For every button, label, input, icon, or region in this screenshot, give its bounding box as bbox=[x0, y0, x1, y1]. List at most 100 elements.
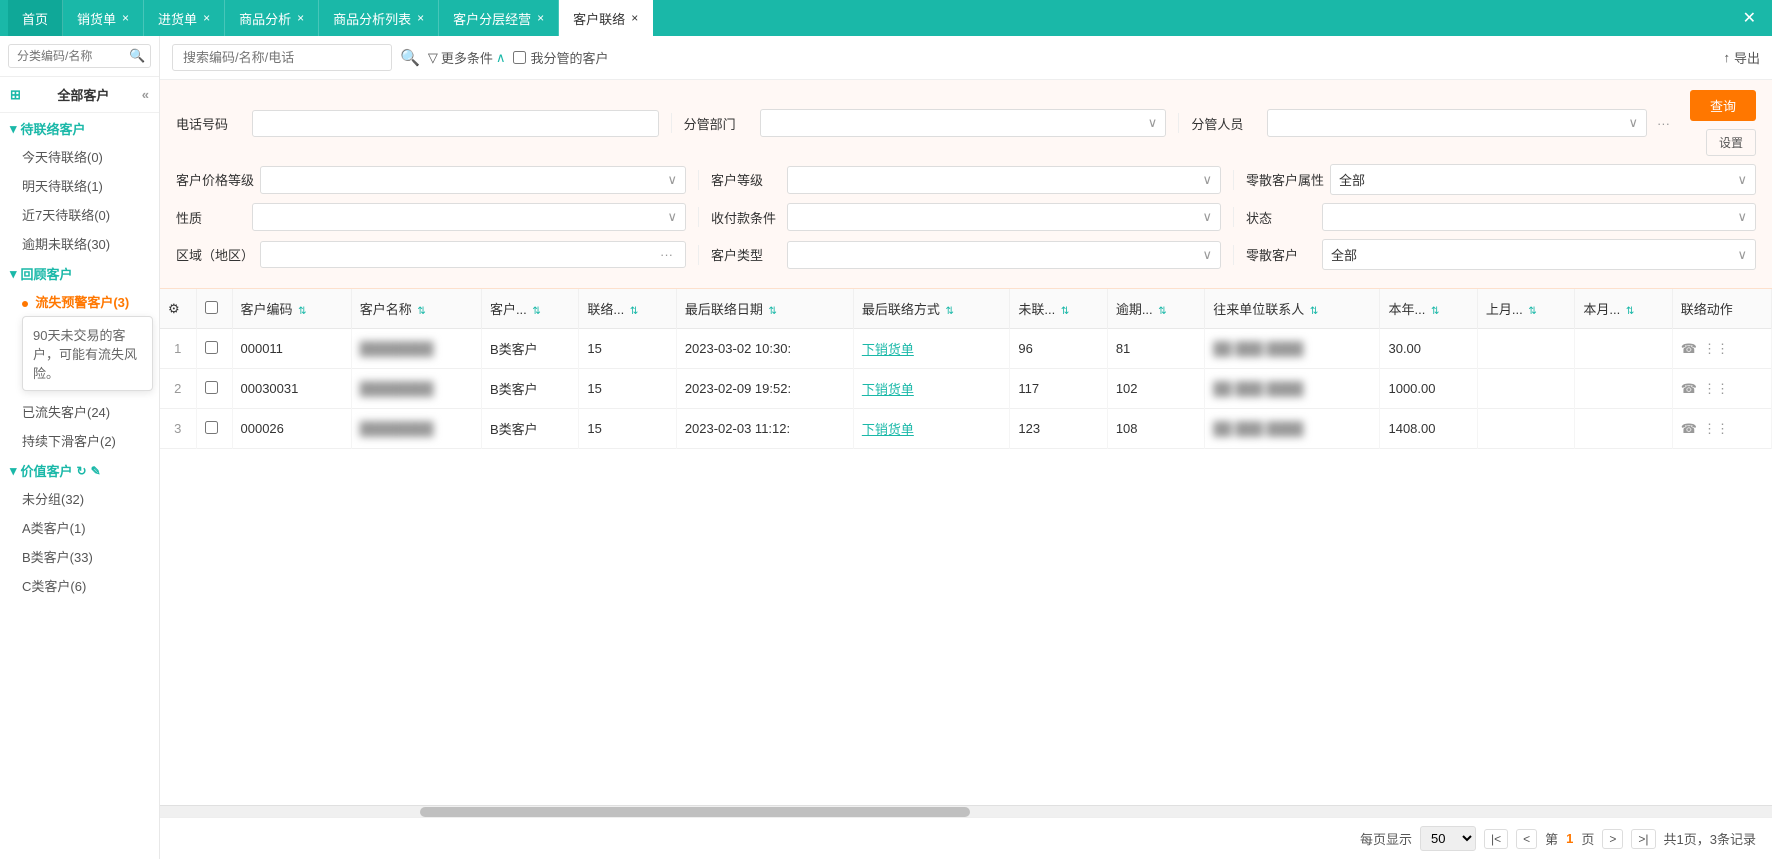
cell-checkbox[interactable] bbox=[196, 409, 232, 449]
col-this-month[interactable]: 本月... ⇅ bbox=[1575, 289, 1672, 329]
settings-button[interactable]: 设置 bbox=[1706, 129, 1756, 156]
value-refresh-icon[interactable]: ↻ bbox=[77, 464, 87, 478]
filter-region-select[interactable]: ··· bbox=[260, 241, 686, 268]
filter-cust-level-select[interactable]: ∨ bbox=[787, 166, 1221, 194]
col-not-contacted[interactable]: 未联... ⇅ bbox=[1010, 289, 1107, 329]
filter-retail-cust-select[interactable]: 全部 ∨ bbox=[1322, 239, 1756, 270]
filter-phone-input[interactable] bbox=[252, 110, 659, 137]
sidebar-item-overdue[interactable]: 逾期未联络(30) bbox=[0, 229, 159, 258]
filter-retail-attr-select[interactable]: 全部 ∨ bbox=[1330, 164, 1756, 195]
sidebar-item-b-class[interactable]: B类客户(33) bbox=[0, 542, 159, 571]
col-unit-contact[interactable]: 往来单位联系人 ⇅ bbox=[1205, 289, 1380, 329]
more-filter-button[interactable]: ▽ 更多条件 ∧ bbox=[428, 48, 506, 67]
row-checkbox-0[interactable] bbox=[205, 341, 218, 354]
sidebar-group-review[interactable]: ▾ 回顾客户 bbox=[0, 258, 159, 287]
value-edit-icon[interactable]: ✎ bbox=[91, 464, 101, 478]
col-contact-count[interactable]: 联络... ⇅ bbox=[579, 289, 676, 329]
sidebar-item-week[interactable]: 近7天待联络(0) bbox=[0, 200, 159, 229]
filter-price-level-select[interactable]: ∨ bbox=[260, 166, 686, 194]
filter-sep-5 bbox=[698, 207, 699, 227]
tab-customer-link-close[interactable]: × bbox=[631, 11, 638, 25]
filter-price-level-arrow: ∨ bbox=[667, 172, 677, 188]
main-layout: 🔍 ⊞ 全部客户 « ▾ 待联络客户 今天待联络(0) 明天待联络(1) 近7天… bbox=[0, 36, 1772, 859]
filter-manager-select[interactable]: ∨ bbox=[1267, 109, 1647, 137]
export-button[interactable]: ↑ 导出 bbox=[1723, 48, 1760, 67]
search-input[interactable] bbox=[172, 44, 392, 71]
sidebar-item-at-risk[interactable]: 流失预警客户(3) bbox=[0, 287, 159, 316]
action-contact-icon[interactable]: ☎ bbox=[1681, 421, 1697, 437]
first-page-btn[interactable]: |< bbox=[1484, 829, 1508, 849]
sidebar-all-customers[interactable]: ⊞ 全部客户 « bbox=[0, 77, 159, 113]
tab-home[interactable]: 首页 bbox=[8, 0, 63, 36]
sidebar-item-today[interactable]: 今天待联络(0) bbox=[0, 142, 159, 171]
tab-customer-segment[interactable]: 客户分层经营 × bbox=[439, 0, 559, 36]
filter-region-more[interactable]: ··· bbox=[656, 247, 677, 262]
prev-page-btn[interactable]: < bbox=[1516, 829, 1537, 849]
col-type[interactable]: 客户... ⇅ bbox=[481, 289, 578, 329]
col-this-month-sort-icon: ⇅ bbox=[1626, 306, 1634, 317]
page-number: 1 bbox=[1566, 831, 1573, 846]
action-more-icon[interactable]: ⋮⋮ bbox=[1703, 381, 1729, 397]
window-close-btn[interactable]: ✕ bbox=[1735, 8, 1764, 28]
filter-dept-arrow: ∨ bbox=[1148, 115, 1158, 131]
filter-status-select[interactable]: ∨ bbox=[1322, 203, 1756, 231]
cell-checkbox[interactable] bbox=[196, 329, 232, 369]
filter-nature-select[interactable]: ∨ bbox=[252, 203, 686, 231]
tab-sales-close[interactable]: × bbox=[122, 11, 129, 25]
row-checkbox-2[interactable] bbox=[205, 421, 218, 434]
next-page-btn[interactable]: > bbox=[1602, 829, 1623, 849]
action-more-icon[interactable]: ⋮⋮ bbox=[1703, 341, 1729, 357]
row-checkbox-1[interactable] bbox=[205, 381, 218, 394]
filter-dept-select[interactable]: ∨ bbox=[760, 109, 1167, 137]
tab-purchase-close[interactable]: × bbox=[203, 11, 210, 25]
tab-product-analysis-list-close[interactable]: × bbox=[417, 11, 424, 25]
search-button[interactable]: 🔍 bbox=[400, 48, 420, 68]
col-last-contact-type-label: 最后联络方式 bbox=[862, 302, 940, 317]
sidebar-item-declining[interactable]: 持续下滑客户(2) bbox=[0, 426, 159, 455]
last-page-btn[interactable]: >| bbox=[1631, 829, 1655, 849]
sidebar-item-c-class[interactable]: C类客户(6) bbox=[0, 571, 159, 600]
scrollbar-thumb[interactable] bbox=[420, 807, 970, 817]
col-last-month[interactable]: 上月... ⇅ bbox=[1477, 289, 1574, 329]
col-last-contact-date[interactable]: 最后联络日期 ⇅ bbox=[676, 289, 853, 329]
tab-product-analysis-list[interactable]: 商品分析列表 × bbox=[319, 0, 439, 36]
sidebar-item-lost[interactable]: 已流失客户(24) bbox=[0, 397, 159, 426]
filter-nature-arrow: ∨ bbox=[667, 209, 677, 225]
my-customers-checkbox[interactable] bbox=[513, 51, 526, 64]
tab-product-analysis-close[interactable]: × bbox=[297, 11, 304, 25]
sidebar-item-a-class[interactable]: A类客户(1) bbox=[0, 513, 159, 542]
export-icon: ↑ bbox=[1723, 50, 1730, 65]
col-checkbox[interactable] bbox=[196, 289, 232, 329]
sidebar-group-pending[interactable]: ▾ 待联络客户 bbox=[0, 113, 159, 142]
tab-sales[interactable]: 销货单 × bbox=[63, 0, 144, 36]
tab-purchase[interactable]: 进货单 × bbox=[144, 0, 225, 36]
col-overdue[interactable]: 逾期... ⇅ bbox=[1107, 289, 1204, 329]
tab-customer-segment-close[interactable]: × bbox=[537, 11, 544, 25]
filter-payment-select[interactable]: ∨ bbox=[787, 203, 1221, 231]
horizontal-scrollbar[interactable] bbox=[160, 805, 1772, 817]
col-this-year[interactable]: 本年... ⇅ bbox=[1380, 289, 1477, 329]
col-last-contact-type[interactable]: 最后联络方式 ⇅ bbox=[853, 289, 1010, 329]
col-settings[interactable]: ⚙ bbox=[160, 289, 196, 329]
cell-checkbox[interactable] bbox=[196, 369, 232, 409]
tab-customer-link[interactable]: 客户联络 × bbox=[559, 0, 653, 36]
cell-last-contact-type[interactable]: 下销货单 bbox=[853, 329, 1010, 369]
col-code[interactable]: 客户编码 ⇅ bbox=[232, 289, 351, 329]
select-all-checkbox[interactable] bbox=[205, 301, 218, 314]
action-more-icon[interactable]: ⋮⋮ bbox=[1703, 421, 1729, 437]
cell-last-contact-type[interactable]: 下销货单 bbox=[853, 369, 1010, 409]
tab-product-analysis[interactable]: 商品分析 × bbox=[225, 0, 319, 36]
col-name[interactable]: 客户名称 ⇅ bbox=[351, 289, 481, 329]
per-page-select[interactable]: 50 100 200 bbox=[1420, 826, 1476, 851]
filter-cust-type-select[interactable]: ∨ bbox=[787, 241, 1221, 269]
filter-cust-type-label: 客户类型 bbox=[711, 245, 781, 264]
cell-last-contact-type[interactable]: 下销货单 bbox=[853, 409, 1010, 449]
action-contact-icon[interactable]: ☎ bbox=[1681, 381, 1697, 397]
filter-manager-more[interactable]: ··· bbox=[1653, 116, 1674, 131]
col-contact-count-label: 联络... bbox=[587, 302, 624, 317]
sidebar-item-tomorrow[interactable]: 明天待联络(1) bbox=[0, 171, 159, 200]
action-contact-icon[interactable]: ☎ bbox=[1681, 341, 1697, 357]
sidebar-group-value[interactable]: ▾ 价值客户 ↻ ✎ bbox=[0, 455, 159, 484]
query-button[interactable]: 查询 bbox=[1690, 90, 1756, 121]
sidebar-item-unclassified[interactable]: 未分组(32) bbox=[0, 484, 159, 513]
